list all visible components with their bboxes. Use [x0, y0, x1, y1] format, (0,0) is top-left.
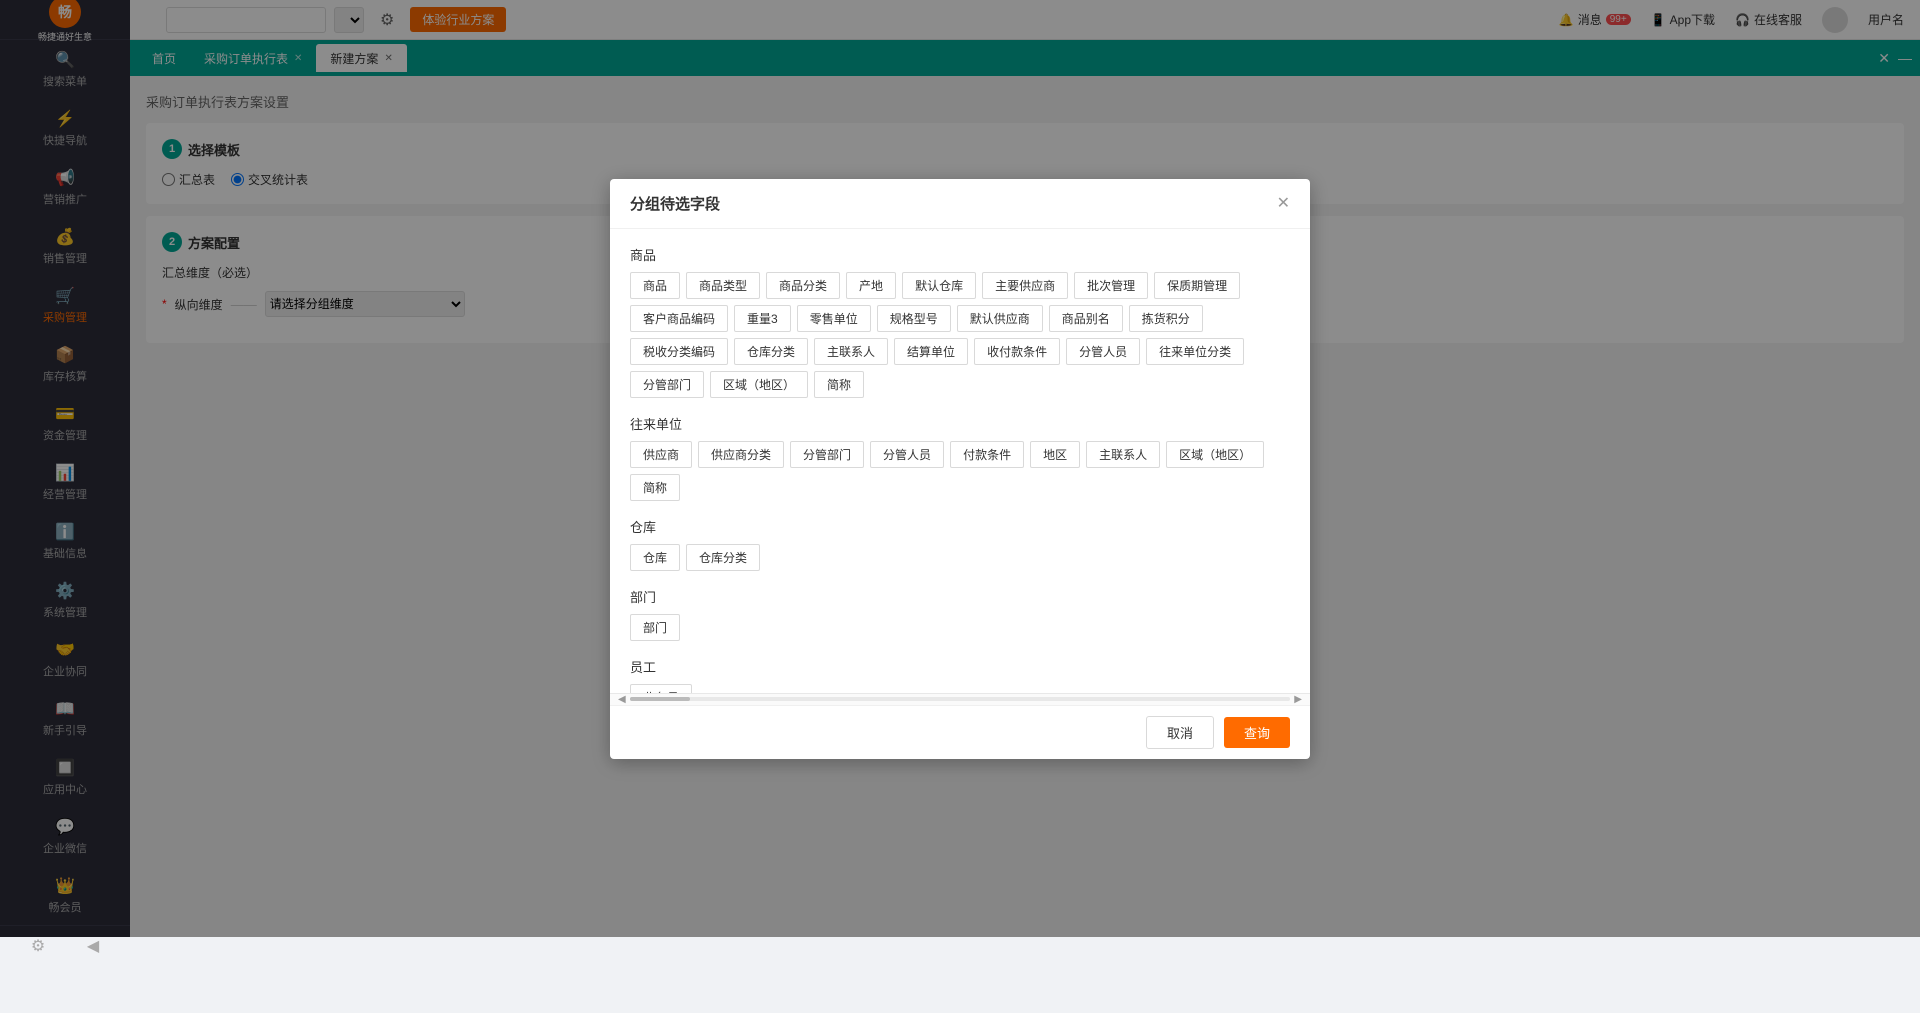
scrollbar-track: [630, 697, 1291, 701]
field-tag[interactable]: 主要供应商: [982, 272, 1068, 299]
section-employee: 员工 业务员: [630, 657, 1290, 693]
field-tag[interactable]: 分管人员: [1066, 338, 1140, 365]
modal-title: 分组待选字段: [630, 193, 720, 214]
section-employee-title: 员工: [630, 657, 1290, 676]
modal-footer: 取消 查询: [610, 705, 1310, 759]
field-tag[interactable]: 分管部门: [790, 441, 864, 468]
field-tag[interactable]: 批次管理: [1074, 272, 1148, 299]
section-department: 部门 部门: [630, 587, 1290, 641]
field-tag[interactable]: 客户商品编码: [630, 305, 728, 332]
field-tag[interactable]: 仓库分类: [686, 544, 760, 571]
section-warehouse: 仓库 仓库 仓库分类: [630, 517, 1290, 571]
field-tag[interactable]: 往来单位分类: [1146, 338, 1244, 365]
section-partner: 往来单位 供应商 供应商分类 分管部门 分管人员 付款条件 地区 主联系人 区域…: [630, 414, 1290, 501]
field-tag[interactable]: 简称: [814, 371, 864, 398]
field-tag[interactable]: 默认供应商: [957, 305, 1043, 332]
field-tag[interactable]: 保质期管理: [1154, 272, 1240, 299]
modal-header: 分组待选字段 ✕: [610, 179, 1310, 229]
field-tag[interactable]: 区域（地区）: [1166, 441, 1264, 468]
field-tag[interactable]: 税收分类编码: [630, 338, 728, 365]
field-tag[interactable]: 区域（地区）: [710, 371, 808, 398]
section-warehouse-title: 仓库: [630, 517, 1290, 536]
field-tag[interactable]: 供应商: [630, 441, 692, 468]
cancel-button[interactable]: 取消: [1146, 716, 1214, 749]
field-tag[interactable]: 重量3: [734, 305, 791, 332]
employee-fields: 业务员: [630, 684, 1290, 693]
field-tag[interactable]: 分管部门: [630, 371, 704, 398]
field-tag[interactable]: 商品: [630, 272, 680, 299]
field-tag[interactable]: 规格型号: [877, 305, 951, 332]
field-tag[interactable]: 业务员: [630, 684, 692, 693]
field-tag[interactable]: 主联系人: [1086, 441, 1160, 468]
section-partner-title: 往来单位: [630, 414, 1290, 433]
field-tag[interactable]: 简称: [630, 474, 680, 501]
field-tag[interactable]: 主联系人: [814, 338, 888, 365]
field-tag[interactable]: 商品别名: [1049, 305, 1123, 332]
field-tag[interactable]: 商品分类: [766, 272, 840, 299]
confirm-button[interactable]: 查询: [1224, 717, 1290, 748]
field-tag[interactable]: 供应商分类: [698, 441, 784, 468]
field-tag[interactable]: 商品类型: [686, 272, 760, 299]
field-select-modal: 分组待选字段 ✕ 商品 商品 商品类型 商品分类 产地 默认仓库 主要供应商 批…: [610, 179, 1310, 759]
field-tag[interactable]: 仓库: [630, 544, 680, 571]
scrollbar-thumb: [630, 697, 690, 701]
product-fields: 商品 商品类型 商品分类 产地 默认仓库 主要供应商 批次管理 保质期管理 客户…: [630, 272, 1290, 398]
section-department-title: 部门: [630, 587, 1290, 606]
modal-close-button[interactable]: ✕: [1277, 193, 1290, 213]
field-tag[interactable]: 产地: [846, 272, 896, 299]
department-fields: 部门: [630, 614, 1290, 641]
partner-fields: 供应商 供应商分类 分管部门 分管人员 付款条件 地区 主联系人 区域（地区） …: [630, 441, 1290, 501]
modal-overlay: 分组待选字段 ✕ 商品 商品 商品类型 商品分类 产地 默认仓库 主要供应商 批…: [0, 0, 1920, 937]
field-tag[interactable]: 默认仓库: [902, 272, 976, 299]
section-product-title: 商品: [630, 245, 1290, 264]
horizontal-scrollbar[interactable]: ◀ ▶: [610, 693, 1310, 705]
modal-body[interactable]: 商品 商品 商品类型 商品分类 产地 默认仓库 主要供应商 批次管理 保质期管理…: [610, 229, 1310, 693]
scroll-left-arrow[interactable]: ◀: [618, 694, 626, 705]
field-tag[interactable]: 地区: [1030, 441, 1080, 468]
field-tag[interactable]: 部门: [630, 614, 680, 641]
field-tag[interactable]: 仓库分类: [734, 338, 808, 365]
section-product: 商品 商品 商品类型 商品分类 产地 默认仓库 主要供应商 批次管理 保质期管理…: [630, 245, 1290, 398]
field-tag[interactable]: 零售单位: [797, 305, 871, 332]
field-tag[interactable]: 拣货积分: [1129, 305, 1203, 332]
scroll-right-arrow[interactable]: ▶: [1294, 694, 1302, 705]
warehouse-fields: 仓库 仓库分类: [630, 544, 1290, 571]
field-tag[interactable]: 收付款条件: [974, 338, 1060, 365]
field-tag[interactable]: 分管人员: [870, 441, 944, 468]
field-tag[interactable]: 付款条件: [950, 441, 1024, 468]
field-tag[interactable]: 结算单位: [894, 338, 968, 365]
